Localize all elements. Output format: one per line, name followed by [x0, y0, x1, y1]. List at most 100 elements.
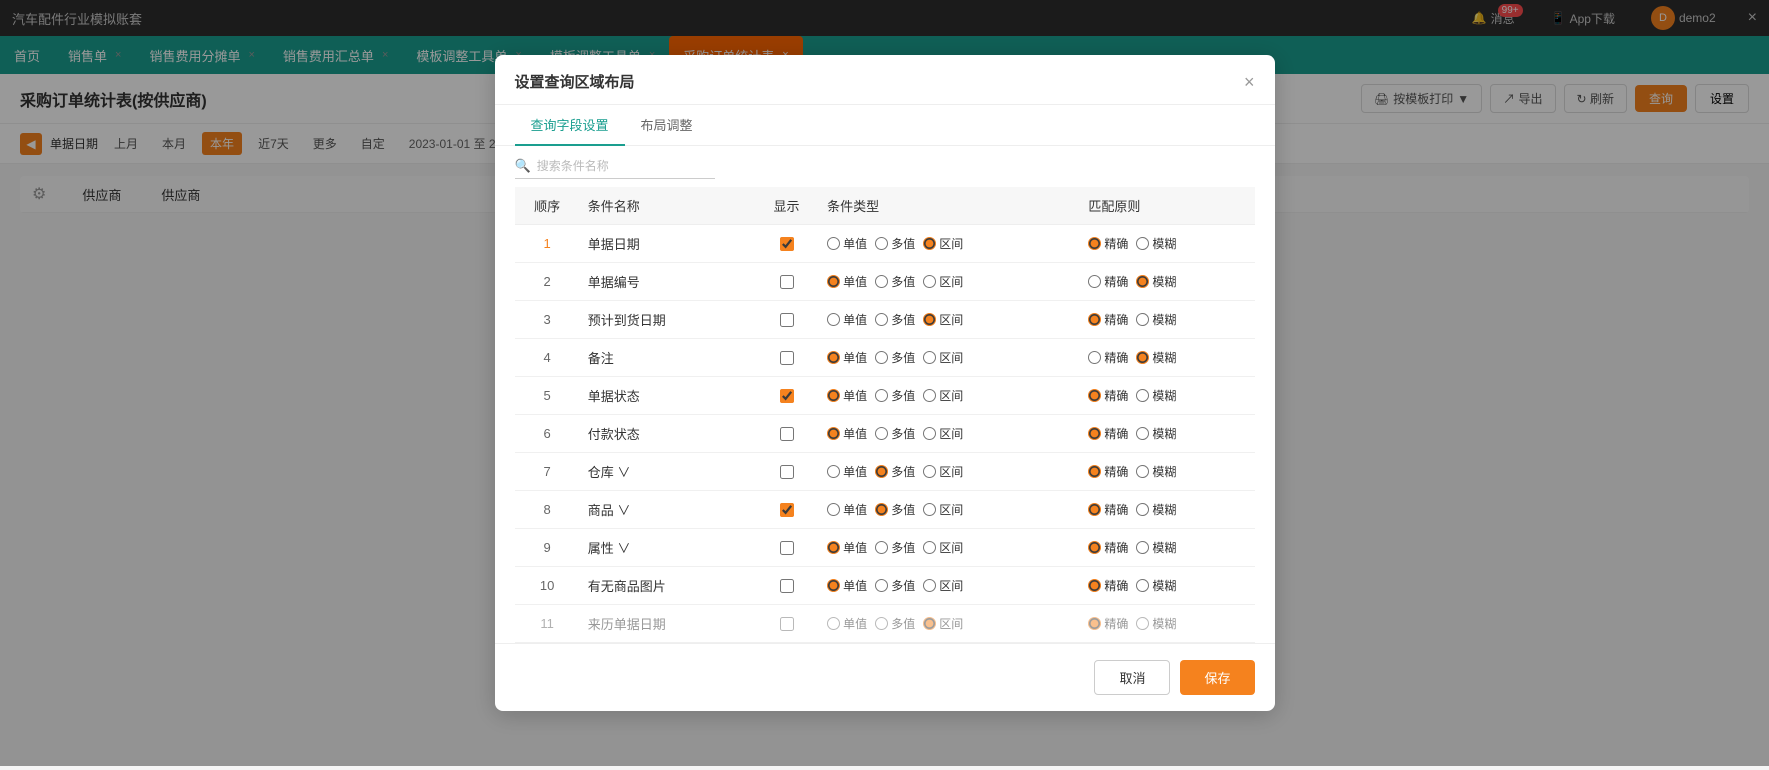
match-radio[interactable] [1136, 541, 1149, 554]
type-radio[interactable] [923, 427, 936, 440]
save-button[interactable]: 保存 [1180, 660, 1254, 695]
match-option-精确[interactable]: 精确 [1088, 387, 1128, 404]
type-option-区间[interactable]: 区间 [923, 235, 963, 252]
type-option-区间[interactable]: 区间 [923, 311, 963, 328]
type-option-区间[interactable]: 区间 [923, 463, 963, 480]
match-radio[interactable] [1088, 617, 1101, 630]
type-option-单值[interactable]: 单值 [827, 425, 867, 442]
match-option-精确[interactable]: 精确 [1088, 501, 1128, 518]
display-checkbox[interactable] [780, 389, 794, 403]
type-radio[interactable] [923, 503, 936, 516]
match-option-模糊[interactable]: 模糊 [1136, 615, 1176, 632]
type-radio[interactable] [827, 389, 840, 402]
type-radio[interactable] [923, 275, 936, 288]
type-radio[interactable] [875, 503, 888, 516]
type-option-单值[interactable]: 单值 [827, 349, 867, 366]
type-radio[interactable] [875, 427, 888, 440]
type-option-区间[interactable]: 区间 [923, 387, 963, 404]
match-radio[interactable] [1136, 579, 1149, 592]
match-radio[interactable] [1136, 503, 1149, 516]
display-checkbox[interactable] [780, 237, 794, 251]
match-option-精确[interactable]: 精确 [1088, 577, 1128, 594]
display-checkbox[interactable] [780, 351, 794, 365]
match-option-精确[interactable]: 精确 [1088, 425, 1128, 442]
type-radio[interactable] [827, 275, 840, 288]
type-option-单值[interactable]: 单值 [827, 501, 867, 518]
type-option-多值[interactable]: 多值 [875, 615, 915, 632]
type-radio[interactable] [827, 465, 840, 478]
display-checkbox[interactable] [780, 465, 794, 479]
type-option-区间[interactable]: 区间 [923, 615, 963, 632]
type-option-多值[interactable]: 多值 [875, 349, 915, 366]
match-option-精确[interactable]: 精确 [1088, 463, 1128, 480]
match-radio[interactable] [1136, 351, 1149, 364]
type-option-区间[interactable]: 区间 [923, 273, 963, 290]
match-radio[interactable] [1088, 427, 1101, 440]
display-checkbox[interactable] [780, 275, 794, 289]
match-option-精确[interactable]: 精确 [1088, 349, 1128, 366]
match-option-模糊[interactable]: 模糊 [1136, 425, 1176, 442]
type-option-区间[interactable]: 区间 [923, 577, 963, 594]
type-radio[interactable] [827, 427, 840, 440]
type-radio[interactable] [875, 313, 888, 326]
match-radio[interactable] [1088, 313, 1101, 326]
match-option-精确[interactable]: 精确 [1088, 311, 1128, 328]
type-option-多值[interactable]: 多值 [875, 425, 915, 442]
type-option-区间[interactable]: 区间 [923, 349, 963, 366]
type-radio[interactable] [827, 617, 840, 630]
type-radio[interactable] [923, 389, 936, 402]
match-option-模糊[interactable]: 模糊 [1136, 235, 1176, 252]
type-radio[interactable] [875, 275, 888, 288]
type-radio[interactable] [827, 503, 840, 516]
type-radio[interactable] [827, 541, 840, 554]
match-option-模糊[interactable]: 模糊 [1136, 387, 1176, 404]
type-option-单值[interactable]: 单值 [827, 235, 867, 252]
display-checkbox[interactable] [780, 427, 794, 441]
type-radio[interactable] [923, 313, 936, 326]
type-option-多值[interactable]: 多值 [875, 577, 915, 594]
type-option-多值[interactable]: 多值 [875, 273, 915, 290]
type-radio[interactable] [827, 579, 840, 592]
match-radio[interactable] [1088, 503, 1101, 516]
match-option-精确[interactable]: 精确 [1088, 539, 1128, 556]
match-radio[interactable] [1136, 427, 1149, 440]
match-option-模糊[interactable]: 模糊 [1136, 463, 1176, 480]
match-option-模糊[interactable]: 模糊 [1136, 539, 1176, 556]
type-radio[interactable] [875, 579, 888, 592]
search-input[interactable] [537, 159, 697, 173]
match-radio[interactable] [1088, 237, 1101, 250]
type-option-单值[interactable]: 单值 [827, 615, 867, 632]
type-radio[interactable] [827, 351, 840, 364]
match-radio[interactable] [1136, 617, 1149, 630]
display-checkbox[interactable] [780, 617, 794, 631]
type-option-单值[interactable]: 单值 [827, 387, 867, 404]
cancel-button[interactable]: 取消 [1094, 660, 1170, 695]
type-option-多值[interactable]: 多值 [875, 387, 915, 404]
type-radio[interactable] [875, 465, 888, 478]
type-radio[interactable] [875, 541, 888, 554]
type-radio[interactable] [923, 351, 936, 364]
type-radio[interactable] [875, 351, 888, 364]
type-option-多值[interactable]: 多值 [875, 463, 915, 480]
display-checkbox[interactable] [780, 579, 794, 593]
dialog-close-btn[interactable]: × [1244, 73, 1255, 91]
type-option-区间[interactable]: 区间 [923, 501, 963, 518]
dialog-tab-fields[interactable]: 查询字段设置 [515, 105, 625, 146]
type-radio[interactable] [875, 237, 888, 250]
match-radio[interactable] [1088, 579, 1101, 592]
type-option-单值[interactable]: 单值 [827, 463, 867, 480]
match-radio[interactable] [1088, 465, 1101, 478]
type-radio[interactable] [923, 541, 936, 554]
match-radio[interactable] [1136, 313, 1149, 326]
match-option-精确[interactable]: 精确 [1088, 615, 1128, 632]
type-option-单值[interactable]: 单值 [827, 577, 867, 594]
match-radio[interactable] [1088, 389, 1101, 402]
type-option-区间[interactable]: 区间 [923, 539, 963, 556]
type-option-单值[interactable]: 单值 [827, 273, 867, 290]
type-radio[interactable] [875, 389, 888, 402]
type-radio[interactable] [875, 617, 888, 630]
display-checkbox[interactable] [780, 503, 794, 517]
match-radio[interactable] [1136, 237, 1149, 250]
match-option-精确[interactable]: 精确 [1088, 235, 1128, 252]
type-radio[interactable] [827, 237, 840, 250]
